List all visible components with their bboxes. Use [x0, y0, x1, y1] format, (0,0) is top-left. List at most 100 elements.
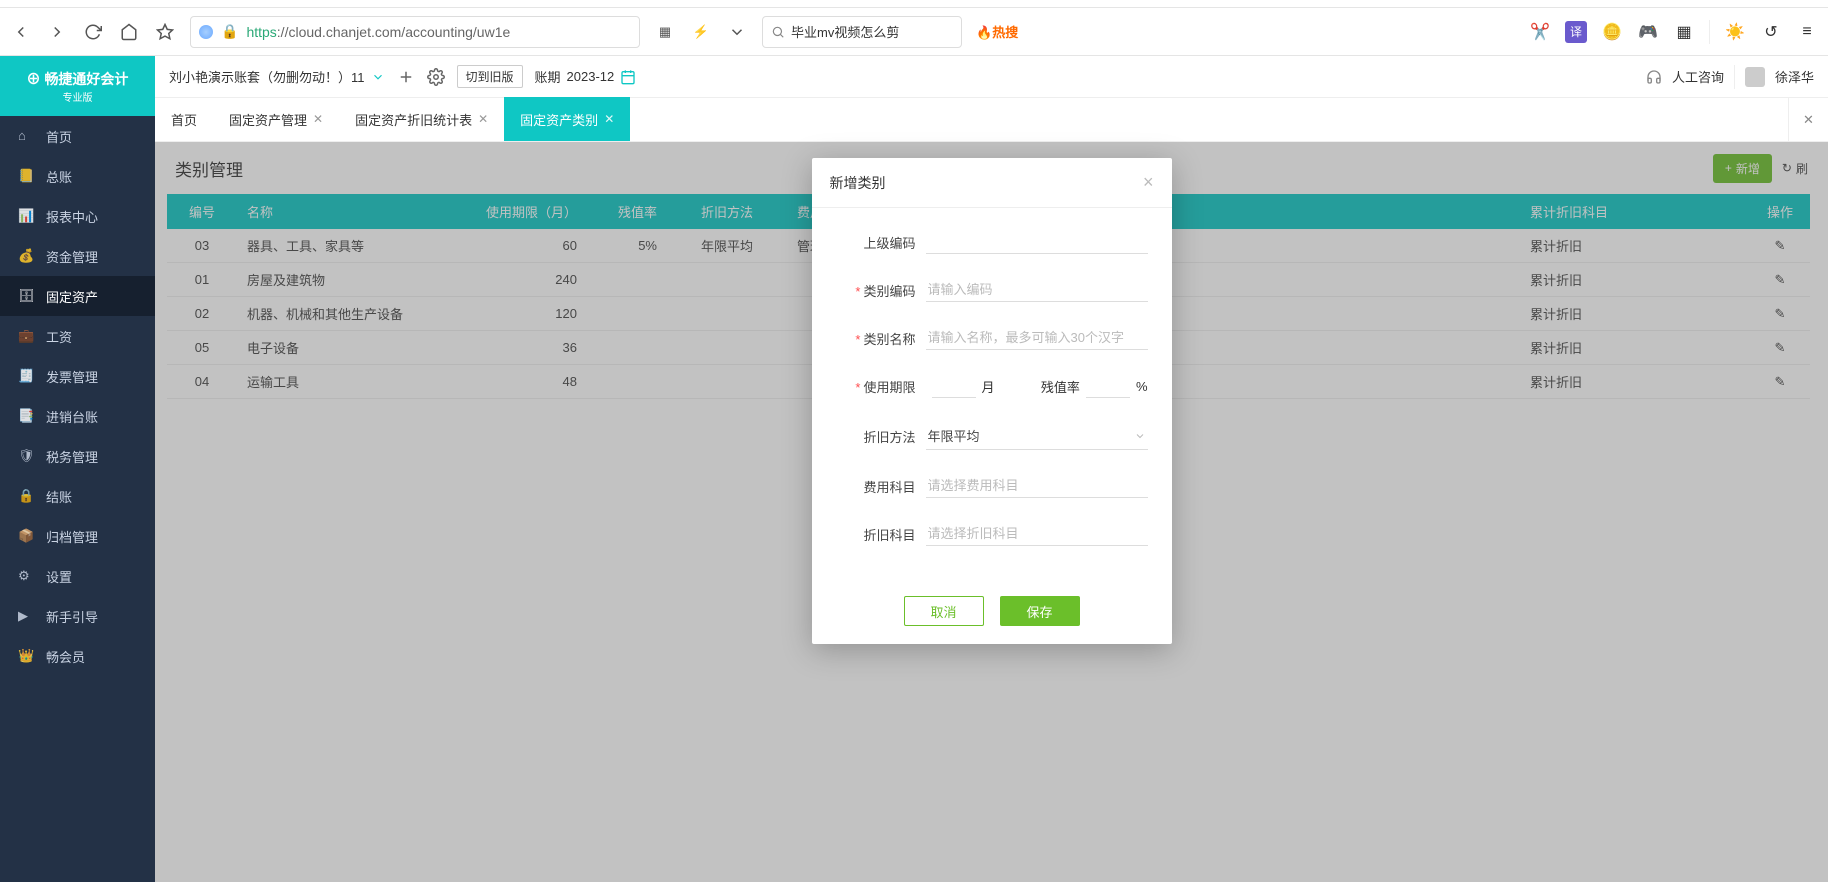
sidebar-item-10[interactable]: 📦归档管理 — [0, 516, 155, 556]
browser-search-box[interactable]: 毕业mv视频怎么剪 — [762, 16, 962, 48]
user-name[interactable]: 徐泽华 — [1775, 67, 1814, 86]
tab-2[interactable]: 固定资产折旧统计表✕ — [339, 97, 504, 141]
chevron-down-icon[interactable] — [726, 21, 748, 43]
plus-icon[interactable] — [397, 68, 415, 86]
save-button[interactable]: 保存 — [1000, 596, 1080, 626]
label-expense: 费用科目 — [836, 477, 916, 496]
menu-icon[interactable]: ≡ — [1796, 21, 1818, 43]
bolt-icon[interactable]: ⚡ — [690, 21, 712, 43]
sidebar-icon: 🛡 — [18, 448, 34, 464]
qr-icon[interactable]: ▦ — [654, 21, 676, 43]
sidebar-icon: 📦 — [18, 528, 34, 544]
sidebar-item-1[interactable]: 📒总账 — [0, 156, 155, 196]
sidebar-item-3[interactable]: 💰资金管理 — [0, 236, 155, 276]
sidebar-item-13[interactable]: 👑 畅会员 — [0, 636, 155, 676]
avatar[interactable] — [1745, 67, 1765, 87]
method-select[interactable]: 年限平均 — [926, 422, 1148, 450]
translate-icon[interactable]: 译 — [1565, 21, 1587, 43]
restore-icon[interactable]: ↺ — [1760, 21, 1782, 43]
address-bar[interactable]: 🔒 https://cloud.chanjet.com/accounting/u… — [190, 16, 640, 48]
sidebar-item-0[interactable]: ⌂首页 — [0, 116, 155, 156]
modal-overlay: 新增类别 × 上级编码 类别编码 类别名称 — [155, 142, 1828, 882]
close-all-tabs-button[interactable]: ✕ — [1788, 98, 1828, 142]
label-name: 类别名称 — [836, 329, 916, 348]
switch-old-button[interactable]: 切到旧版 — [457, 65, 523, 88]
tab-0[interactable]: 首页 — [155, 97, 213, 141]
star-icon[interactable] — [154, 21, 176, 43]
sidebar-icon: 📊 — [18, 208, 34, 224]
sidebar-item-9[interactable]: 🔒 结账 — [0, 476, 155, 516]
sidebar-icon: 📒 — [18, 168, 34, 184]
label-method: 折旧方法 — [836, 427, 916, 446]
close-icon[interactable]: × — [1143, 172, 1154, 193]
expense-input[interactable] — [926, 474, 1148, 498]
calendar-icon[interactable] — [620, 69, 636, 85]
app-logo[interactable]: ⊕ 畅捷通好会计 专业版 — [0, 56, 155, 116]
close-icon[interactable]: ✕ — [313, 112, 323, 126]
sidebar-item-label: 首页 — [46, 127, 72, 146]
sidebar-icon: 💼 — [18, 328, 34, 344]
hot-label[interactable]: 🔥热搜 — [976, 22, 1018, 41]
url-path: ://cloud.chanjet.com/accounting/uw1e — [277, 24, 510, 40]
label-residual: 残值率 — [1041, 377, 1080, 396]
sidebar-item-4[interactable]: 🗄固定资产 — [0, 276, 155, 316]
tab-1[interactable]: 固定资产管理 ✕ — [213, 97, 339, 141]
modal-title: 新增类别 — [830, 173, 886, 193]
close-icon[interactable]: ✕ — [604, 112, 614, 126]
sidebar-item-label: 发票管理 — [46, 367, 98, 386]
parent-code-input[interactable] — [926, 230, 1148, 254]
consult-link[interactable]: 人工咨询 — [1672, 67, 1724, 86]
dep-input[interactable] — [926, 522, 1148, 546]
brightness-icon[interactable]: ☀️ — [1724, 21, 1746, 43]
close-icon[interactable]: ✕ — [478, 112, 488, 126]
sidebar-item-11[interactable]: ⚙设置 — [0, 556, 155, 596]
add-category-modal: 新增类别 × 上级编码 类别编码 类别名称 — [812, 158, 1172, 644]
period-unit: 月 — [982, 377, 995, 396]
tab-3[interactable]: 固定资产类别 ✕ — [504, 97, 630, 141]
sidebar-icon: 📑 — [18, 408, 34, 424]
period-input[interactable] — [932, 374, 976, 398]
sidebar-item-7[interactable]: 📑进销台账 — [0, 396, 155, 436]
lock-icon: 🔒 — [221, 23, 238, 40]
sidebar-item-label: 畅会员 — [46, 647, 85, 666]
sidebar-icon: 🧾 — [18, 368, 34, 384]
site-badge-icon — [199, 25, 213, 39]
search-icon — [771, 25, 785, 39]
sidebar-item-6[interactable]: 🧾 发票管理 — [0, 356, 155, 396]
residual-input[interactable] — [1086, 374, 1130, 398]
sidebar-icon: 👑 — [18, 648, 34, 664]
gear-icon[interactable] — [427, 68, 445, 86]
sidebar-icon: 🔒 — [18, 488, 34, 504]
apps-icon[interactable]: ▦ — [1673, 21, 1695, 43]
sidebar-item-label: 固定资产 — [46, 287, 98, 306]
forward-icon[interactable] — [46, 21, 68, 43]
headset-icon[interactable] — [1646, 69, 1662, 85]
game-icon[interactable]: 🎮 — [1637, 21, 1659, 43]
period-value[interactable]: 2023-12 — [567, 69, 615, 84]
cancel-button[interactable]: 取消 — [904, 596, 984, 626]
sidebar: ⊕ 畅捷通好会计 专业版 ⌂首页📒总账 📊 报表中心 💰资金管理🗄固定资产 💼 工资 🧾 发票… — [0, 56, 155, 882]
code-input[interactable] — [926, 278, 1148, 302]
home-icon[interactable] — [118, 21, 140, 43]
account-set-selector[interactable]: 刘小艳演示账套（勿删勿动！）11 — [169, 67, 385, 86]
sidebar-item-label: 报表中心 — [46, 207, 98, 226]
back-icon[interactable] — [10, 21, 32, 43]
label-period: 使用期限 — [836, 377, 916, 396]
sidebar-icon: ▶ — [18, 608, 34, 624]
tab-label: 固定资产管理 — [229, 110, 307, 129]
sidebar-item-label: 新手引导 — [46, 607, 98, 626]
sidebar-item-label: 结账 — [46, 487, 72, 506]
reload-icon[interactable] — [82, 21, 104, 43]
sidebar-item-12[interactable]: ▶ 新手引导 — [0, 596, 155, 636]
tab-label: 固定资产类别 — [520, 110, 598, 129]
sidebar-item-5[interactable]: 💼 工资 — [0, 316, 155, 356]
tab-label: 首页 — [171, 110, 197, 129]
sidebar-item-8[interactable]: 🛡 税务管理 — [0, 436, 155, 476]
scissors-icon[interactable]: ✂️ — [1529, 21, 1551, 43]
name-input[interactable] — [926, 326, 1148, 350]
browser-toolbar: 🔒 https://cloud.chanjet.com/accounting/u… — [0, 8, 1828, 56]
sidebar-item-label: 税务管理 — [46, 447, 98, 466]
sidebar-item-2[interactable]: 📊 报表中心 — [0, 196, 155, 236]
sidebar-item-label: 工资 — [46, 327, 72, 346]
coin-icon[interactable]: 🪙 — [1601, 21, 1623, 43]
